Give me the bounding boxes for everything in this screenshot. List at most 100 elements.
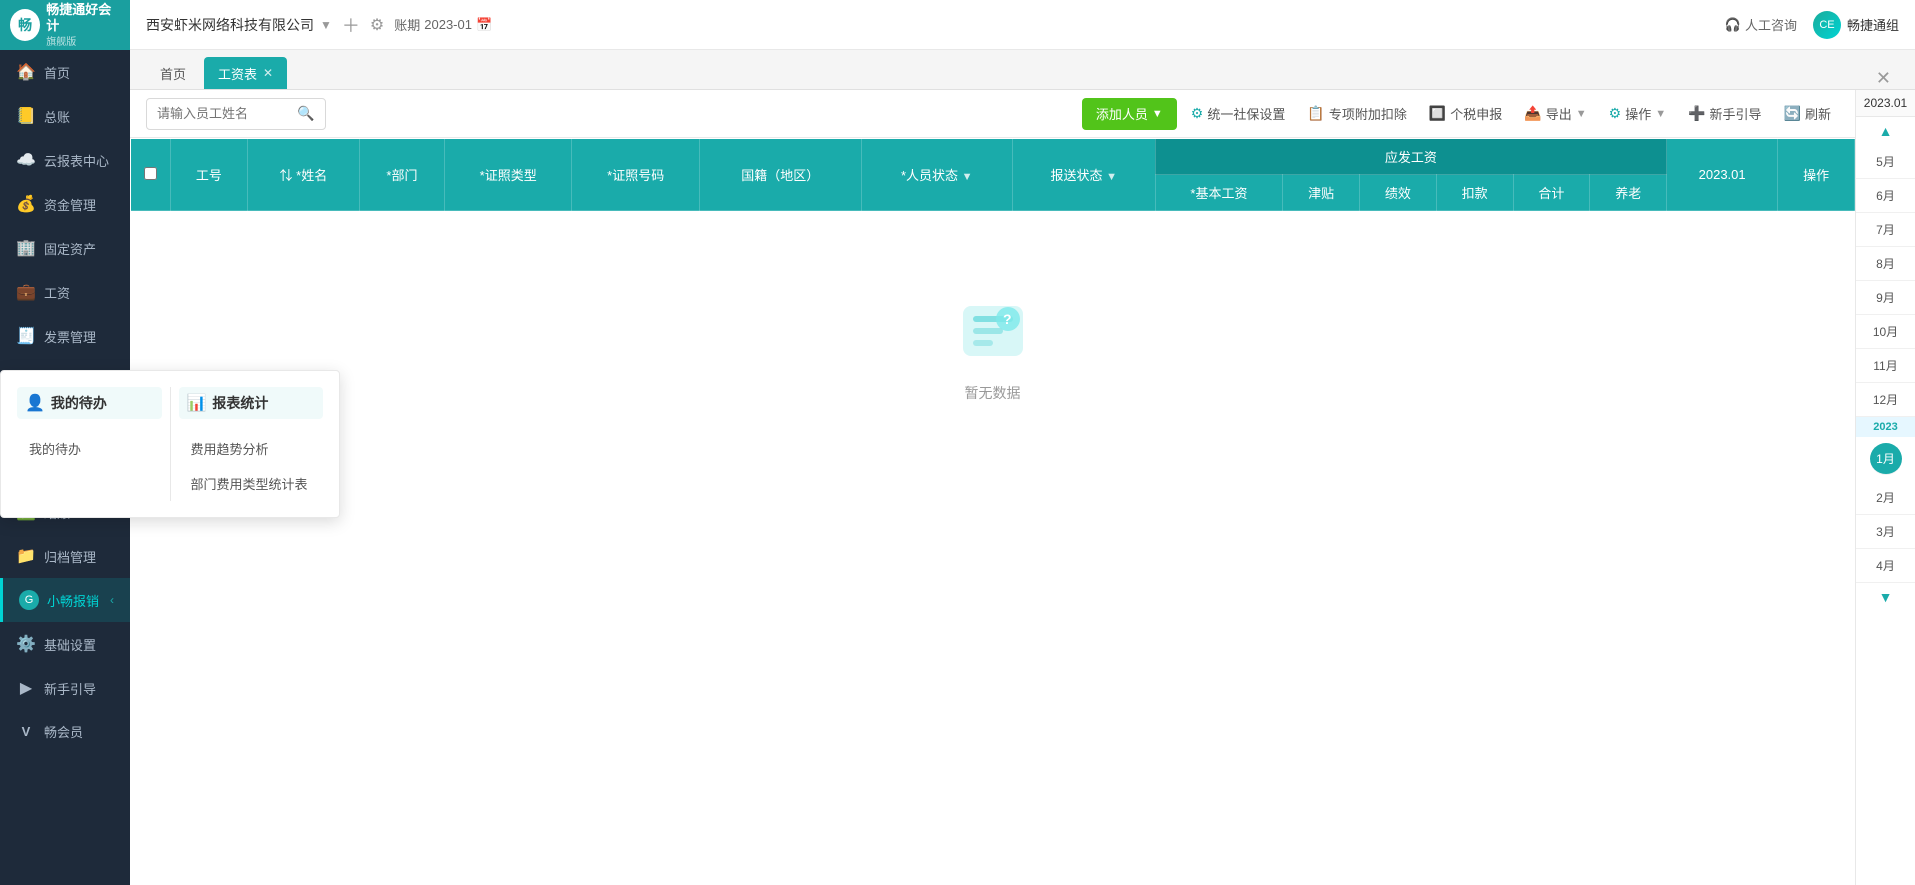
- th-total: 合计: [1513, 175, 1590, 211]
- operate-button[interactable]: ⚙ 操作 ▼: [1601, 100, 1674, 127]
- month-item-6[interactable]: 6月: [1856, 179, 1915, 213]
- sidebar-label-invoice: 发票管理: [44, 327, 96, 346]
- th-idno: *证照号码: [572, 139, 699, 211]
- sidebar-item-archive[interactable]: 📁 归档管理: [0, 534, 130, 578]
- tab-close-icon[interactable]: ✕: [263, 66, 273, 80]
- newguide-button[interactable]: ➕ 新手引导: [1680, 100, 1769, 127]
- popup-columns: 👤 我的待办 我的待办 📊 报表统计 费用趋势分析 部门费用类型统计表: [130, 387, 323, 501]
- sidebar-item-cloud[interactable]: ☁️ 云报表中心: [0, 138, 130, 182]
- sidebar-label-guide: 新手引导: [44, 679, 96, 698]
- finance-icon: 💰: [16, 194, 36, 214]
- operate-icon: ⚙: [1609, 105, 1622, 122]
- tax-report-button[interactable]: 🔲 个税申报: [1421, 100, 1510, 127]
- add-icon[interactable]: ＋: [342, 12, 360, 38]
- special-deduction-button[interactable]: 📋 专项附加扣除: [1299, 100, 1414, 127]
- invoice-icon: 🧾: [16, 326, 36, 346]
- popup-item-dept-stats[interactable]: 部门费用类型统计表: [179, 466, 324, 501]
- popup-item-mytodo[interactable]: 我的待办: [130, 431, 162, 466]
- sidebar-label-xiaochang: 小畅报销: [47, 591, 99, 610]
- month-item-8[interactable]: 8月: [1856, 247, 1915, 281]
- ledger-icon: 📒: [16, 106, 36, 126]
- sidebar-item-guide[interactable]: ▶ 新手引导: [0, 666, 130, 710]
- month-nav-down[interactable]: ▼: [1856, 583, 1915, 611]
- cloud-icon: ☁️: [16, 150, 36, 170]
- content-area: 🔍 添加人员 ▼ ⚙ 统一社保设置 📋 专项附加扣除: [130, 90, 1915, 885]
- th-nationality: 国籍（地区）: [699, 139, 861, 211]
- month-item-9[interactable]: 9月: [1856, 281, 1915, 315]
- export-button[interactable]: 📤 导出 ▼: [1516, 100, 1594, 127]
- month-item-10[interactable]: 10月: [1856, 315, 1915, 349]
- company-name: 西安虾米网络科技有限公司: [146, 15, 314, 35]
- sidebar-label-salary: 工资: [44, 283, 70, 302]
- salary-table: 工号 ⇅ *姓名 *部门 *证照类型 *证照号码 国籍（地区） *人员状态 ▼ …: [130, 138, 1855, 211]
- settings-icon[interactable]: ⚙: [370, 15, 384, 35]
- logo-title: 畅捷通好会计: [46, 2, 120, 33]
- month-item-2[interactable]: 2月: [1856, 481, 1915, 515]
- xiaochang-icon: G: [19, 590, 39, 610]
- add-person-button[interactable]: 添加人员 ▼: [1082, 98, 1177, 130]
- search-icon[interactable]: 🔍: [297, 105, 314, 122]
- logo-sub: 旗舰版: [46, 33, 120, 48]
- month-item-3[interactable]: 3月: [1856, 515, 1915, 549]
- close-window-icon[interactable]: ✕: [1876, 68, 1891, 89]
- company-selector[interactable]: 西安虾米网络科技有限公司 ▼: [146, 15, 332, 35]
- sidebar-item-basic[interactable]: ⚙️ 基础设置: [0, 622, 130, 666]
- social-label: 统一社保设置: [1207, 104, 1285, 123]
- special-icon: 📋: [1307, 105, 1324, 122]
- sidebar-item-assets[interactable]: 🏢 固定资产: [0, 226, 130, 270]
- sidebar-item-home[interactable]: 🏠 首页: [0, 50, 130, 94]
- th-deduction: 扣款: [1436, 175, 1513, 211]
- popup-divider: [170, 387, 171, 501]
- month-nav-up[interactable]: ▲: [1856, 117, 1915, 145]
- search-box[interactable]: 🔍: [146, 98, 326, 130]
- period-label: 账期: [394, 15, 420, 34]
- month-item-12[interactable]: 12月: [1856, 383, 1915, 417]
- th-report-status: 报送状态 ▼: [1012, 139, 1155, 211]
- sidebar-label-member: 畅会员: [44, 722, 83, 741]
- refresh-icon: 🔄: [1784, 105, 1801, 122]
- sidebar-label-home: 首页: [44, 63, 70, 82]
- sidebar-item-member[interactable]: V 畅会员: [0, 710, 130, 753]
- export-label: 导出: [1546, 104, 1572, 123]
- sidebar-label-archive: 归档管理: [44, 547, 96, 566]
- month-item-11[interactable]: 11月: [1856, 349, 1915, 383]
- period-selector[interactable]: 账期 2023-01 📅: [394, 15, 492, 34]
- basic-icon: ⚙️: [16, 634, 36, 654]
- status-filter-icon[interactable]: ▼: [962, 171, 973, 183]
- tab-home[interactable]: 首页: [146, 57, 200, 89]
- sidebar-item-invoice[interactable]: 🧾 发票管理: [0, 314, 130, 358]
- sidebar-item-xiaochang[interactable]: G 小畅报销 ‹: [0, 578, 130, 622]
- popup-header-todo: 👤 我的待办: [130, 387, 162, 419]
- operate-label: 操作: [1625, 104, 1651, 123]
- month-item-1[interactable]: 1月: [1870, 443, 1902, 475]
- select-all-checkbox[interactable]: [144, 167, 157, 180]
- social-insurance-button[interactable]: ⚙ 统一社保设置: [1183, 100, 1294, 127]
- th-idtype: *证照类型: [444, 139, 571, 211]
- report-filter-icon[interactable]: ▼: [1106, 171, 1117, 183]
- avatar-initials: CE: [1819, 19, 1834, 31]
- sidebar-item-ledger[interactable]: 📒 总账: [0, 94, 130, 138]
- th-pension: 养老: [1590, 175, 1667, 211]
- sidebar-label-cloud: 云报表中心: [44, 151, 109, 170]
- tab-salary[interactable]: 工资表 ✕: [204, 57, 287, 89]
- refresh-button[interactable]: 🔄 刷新: [1776, 100, 1839, 127]
- month-item-7[interactable]: 7月: [1856, 213, 1915, 247]
- newguide-label: 新手引导: [1710, 104, 1762, 123]
- tab-home-label: 首页: [160, 64, 186, 83]
- popup-item-trend[interactable]: 费用趋势分析: [179, 431, 324, 466]
- main-area: 西安虾米网络科技有限公司 ▼ ＋ ⚙ 账期 2023-01 📅 🎧 人工咨询 C…: [130, 0, 1915, 885]
- social-icon: ⚙: [1191, 105, 1204, 122]
- month-item-4[interactable]: 4月: [1856, 549, 1915, 583]
- th-checkbox: [131, 139, 171, 211]
- search-input[interactable]: [157, 106, 297, 121]
- operate-arrow-icon: ▼: [1655, 108, 1666, 120]
- month-item-5[interactable]: 5月: [1856, 145, 1915, 179]
- support-button[interactable]: 🎧 人工咨询: [1725, 15, 1797, 34]
- sidebar-item-finance[interactable]: 💰 资金管理: [0, 182, 130, 226]
- sidebar-label-assets: 固定资产: [44, 239, 96, 258]
- sidebar-item-salary[interactable]: 💼 工资: [0, 270, 130, 314]
- th-name: ⇅ *姓名: [247, 139, 359, 211]
- empty-illustration: ?: [953, 291, 1033, 371]
- export-arrow-icon: ▼: [1576, 108, 1587, 120]
- user-menu[interactable]: CE 畅捷通组: [1813, 11, 1899, 39]
